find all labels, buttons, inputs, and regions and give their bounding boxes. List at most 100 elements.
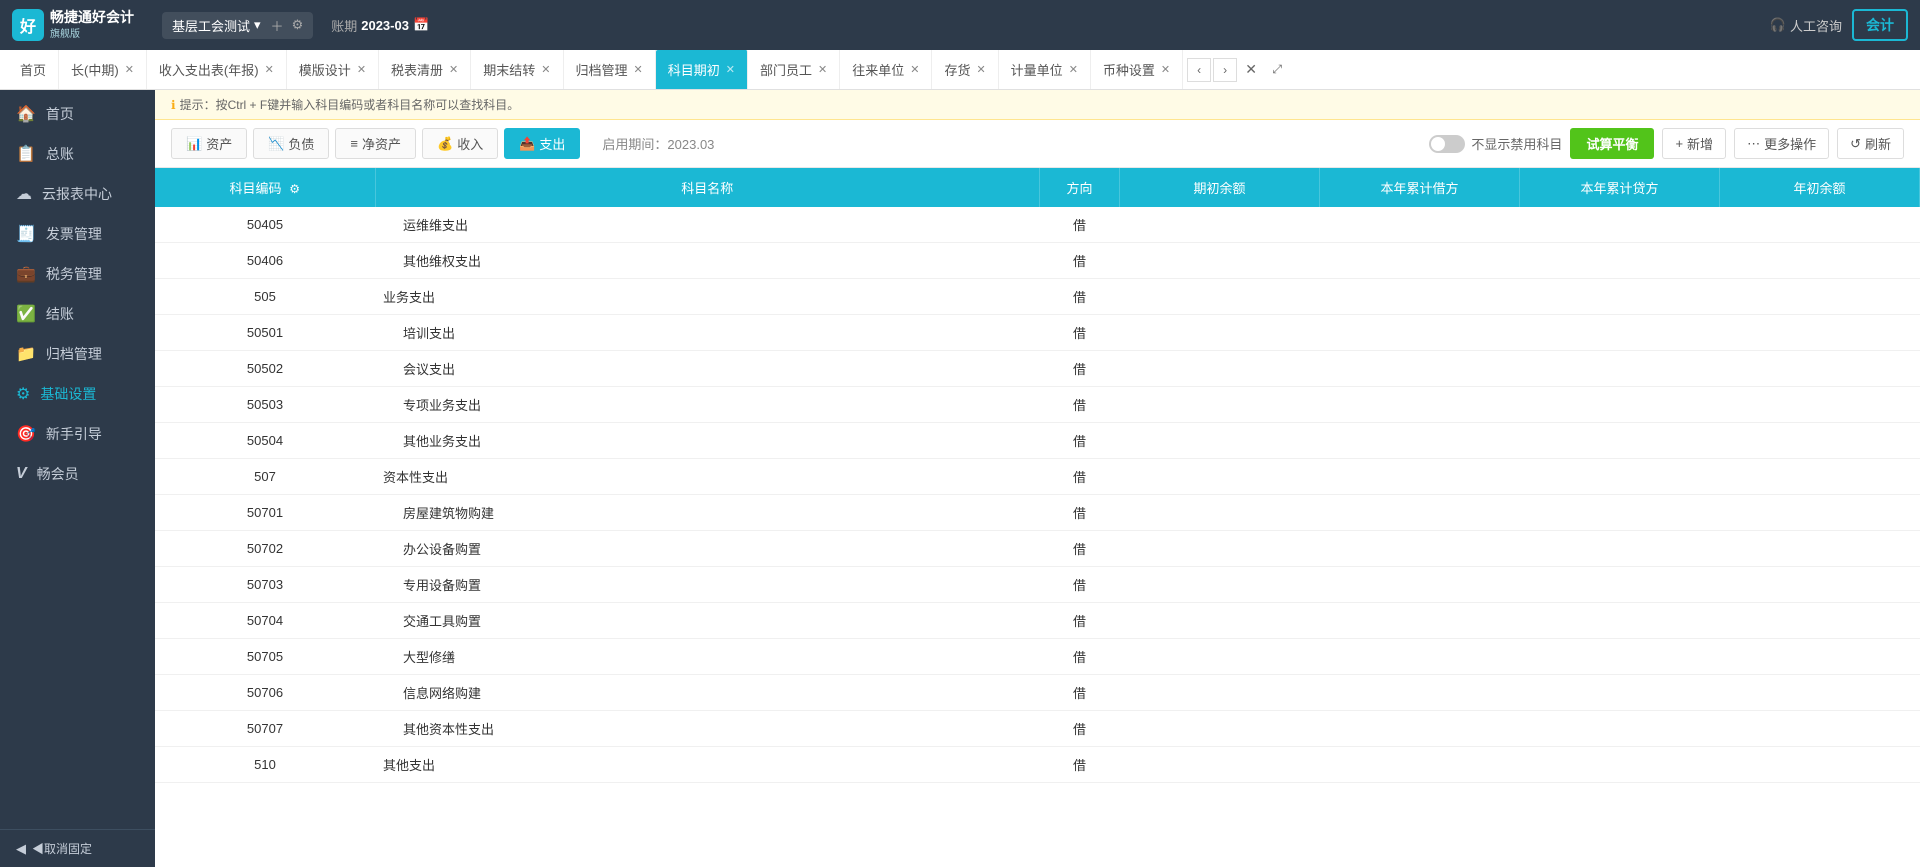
table-row[interactable]: 507 资本性支出 借 [155,459,1920,495]
table-row[interactable]: 510 其他支出 借 [155,747,1920,783]
cell-ytd-credit [1520,531,1720,567]
tab-annual-report[interactable]: 收入支出表(年报) ✕ [147,50,287,90]
table-row[interactable]: 50702 办公设备购置 借 [155,531,1920,567]
table-row[interactable]: 50405 运维维支出 借 [155,207,1920,243]
tab-unit[interactable]: 计量单位 ✕ [999,50,1091,90]
chevron-down-icon: ▾ [254,17,261,33]
tab-close-icon[interactable]: ✕ [265,63,274,76]
info-icon: ℹ [171,98,176,112]
cell-initial [1120,495,1320,531]
plus-icon: + [1675,136,1683,151]
account-button[interactable]: 会计 [1852,9,1908,41]
more-button[interactable]: ⋯ 更多操作 [1734,128,1829,159]
tab-next-button[interactable]: › [1213,58,1237,82]
tab-inventory[interactable]: 存货 ✕ [932,50,998,90]
sidebar-collapse-button[interactable]: ◀ ◀取消固定 [0,829,155,867]
tab-expand-button[interactable]: ⤢ [1265,58,1289,82]
sidebar-item-settings[interactable]: ⚙ 基础设置 [0,374,155,414]
cat-label: 收入 [457,134,483,153]
add-button[interactable]: + 新增 [1662,128,1726,159]
cell-ytd-debit [1320,243,1520,279]
tab-close-icon[interactable]: ✕ [634,63,643,76]
table-row[interactable]: 50701 房屋建筑物购建 借 [155,495,1920,531]
tab-template[interactable]: 模版设计 ✕ [287,50,379,90]
column-settings-icon[interactable]: ⚙ [289,182,300,196]
tab-label: 税表清册 [391,60,443,79]
table-row[interactable]: 50503 专项业务支出 借 [155,387,1920,423]
table-row[interactable]: 50703 专用设备购置 借 [155,567,1920,603]
cell-direction: 借 [1040,243,1120,279]
table-row[interactable]: 50406 其他维权支出 借 [155,243,1920,279]
sidebar-item-checkout[interactable]: ✅ 结账 [0,294,155,334]
calendar-icon[interactable]: 📅 [413,17,429,33]
project-selector[interactable]: 基层工会测试 ▾ ＋ ⚙ [162,12,313,39]
sidebar-item-guide[interactable]: 🎯 新手引导 [0,414,155,454]
cell-direction: 借 [1040,567,1120,603]
tab-archive[interactable]: 归档管理 ✕ [564,50,656,90]
sidebar-item-vip[interactable]: V 畅会员 [0,454,155,494]
cell-initial [1120,567,1320,603]
tab-close-icon[interactable]: ✕ [449,63,458,76]
expenditure-icon: 📤 [519,136,535,152]
sidebar-item-invoice[interactable]: 🧾 发票管理 [0,214,155,254]
cell-initial [1120,603,1320,639]
cat-tab-liabilities[interactable]: 📉 负债 [253,128,329,159]
tab-close-icon[interactable]: ✕ [726,63,735,76]
tab-close-icon[interactable]: ✕ [910,63,919,76]
subject-table: 科目编码 ⚙ 科目名称 方向 期初余额 本年累计借方 本年累计贷方 年初余额 5… [155,168,1920,783]
tab-tax[interactable]: 税表清册 ✕ [379,50,471,90]
tab-close-icon[interactable]: ✕ [1161,63,1170,76]
cell-code: 50501 [155,315,375,351]
sidebar-item-tax[interactable]: 💼 税务管理 [0,254,155,294]
cat-tab-netassets[interactable]: ≡ 净资产 [335,128,416,159]
tab-close-icon[interactable]: ✕ [541,63,550,76]
sidebar-item-ledger[interactable]: 📋 总账 [0,134,155,174]
cat-tab-assets[interactable]: 📊 资产 [171,128,247,159]
table-row[interactable]: 50501 培训支出 借 [155,315,1920,351]
cell-beginning [1720,639,1920,675]
sidebar-label: 新手引导 [46,424,102,444]
tab-close-all-button[interactable]: ✕ [1239,58,1263,82]
table-row[interactable]: 50504 其他业务支出 借 [155,423,1920,459]
tab-close-icon[interactable]: ✕ [976,63,985,76]
cell-direction: 借 [1040,207,1120,243]
tab-department[interactable]: 部门员工 ✕ [748,50,840,90]
balance-button[interactable]: 试算平衡 [1570,128,1654,159]
tab-label: 收入支出表(年报) [159,60,259,79]
table-row[interactable]: 50705 大型修缮 借 [155,639,1920,675]
cell-beginning [1720,207,1920,243]
tab-subject-initial[interactable]: 科目期初 ✕ [656,50,748,90]
cat-tab-income[interactable]: 💰 收入 [422,128,498,159]
refresh-label: 刷新 [1865,134,1891,153]
disable-toggle[interactable] [1429,135,1465,153]
table-row[interactable]: 50502 会议支出 借 [155,351,1920,387]
settings-icon[interactable]: ⚙ [292,17,304,33]
cat-tab-expenditure[interactable]: 📤 支出 [504,128,580,159]
sidebar-item-archive[interactable]: 📁 归档管理 [0,334,155,374]
cell-direction: 借 [1040,387,1120,423]
cell-direction: 借 [1040,423,1120,459]
tab-close-icon[interactable]: ✕ [818,63,827,76]
plus-icon[interactable]: ＋ [271,16,284,35]
cell-ytd-credit [1520,567,1720,603]
table-header-row: 科目编码 ⚙ 科目名称 方向 期初余额 本年累计借方 本年累计贷方 年初余额 [155,168,1920,207]
table-row[interactable]: 50707 其他资本性支出 借 [155,711,1920,747]
tab-currency[interactable]: 币种设置 ✕ [1091,50,1183,90]
tab-home[interactable]: 首页 [8,50,59,90]
tab-mid-report[interactable]: 长(中期) ✕ [59,50,147,90]
tab-contacts[interactable]: 往来单位 ✕ [840,50,932,90]
refresh-icon: ↺ [1850,136,1861,152]
sidebar-item-reports[interactable]: ☁ 云报表中心 [0,174,155,214]
tab-close-icon[interactable]: ✕ [357,63,366,76]
table-row[interactable]: 505 业务支出 借 [155,279,1920,315]
tab-period-end[interactable]: 期末结转 ✕ [471,50,563,90]
table-row[interactable]: 50704 交通工具购置 借 [155,603,1920,639]
sidebar-item-home[interactable]: 🏠 首页 [0,94,155,134]
support-button[interactable]: 🎧 人工咨询 [1770,16,1842,35]
cell-name: 业务支出 [375,279,1040,315]
refresh-button[interactable]: ↺ 刷新 [1837,128,1904,159]
tab-close-icon[interactable]: ✕ [125,63,134,76]
tab-close-icon[interactable]: ✕ [1069,63,1078,76]
table-row[interactable]: 50706 信息网络购建 借 [155,675,1920,711]
tab-prev-button[interactable]: ‹ [1187,58,1211,82]
